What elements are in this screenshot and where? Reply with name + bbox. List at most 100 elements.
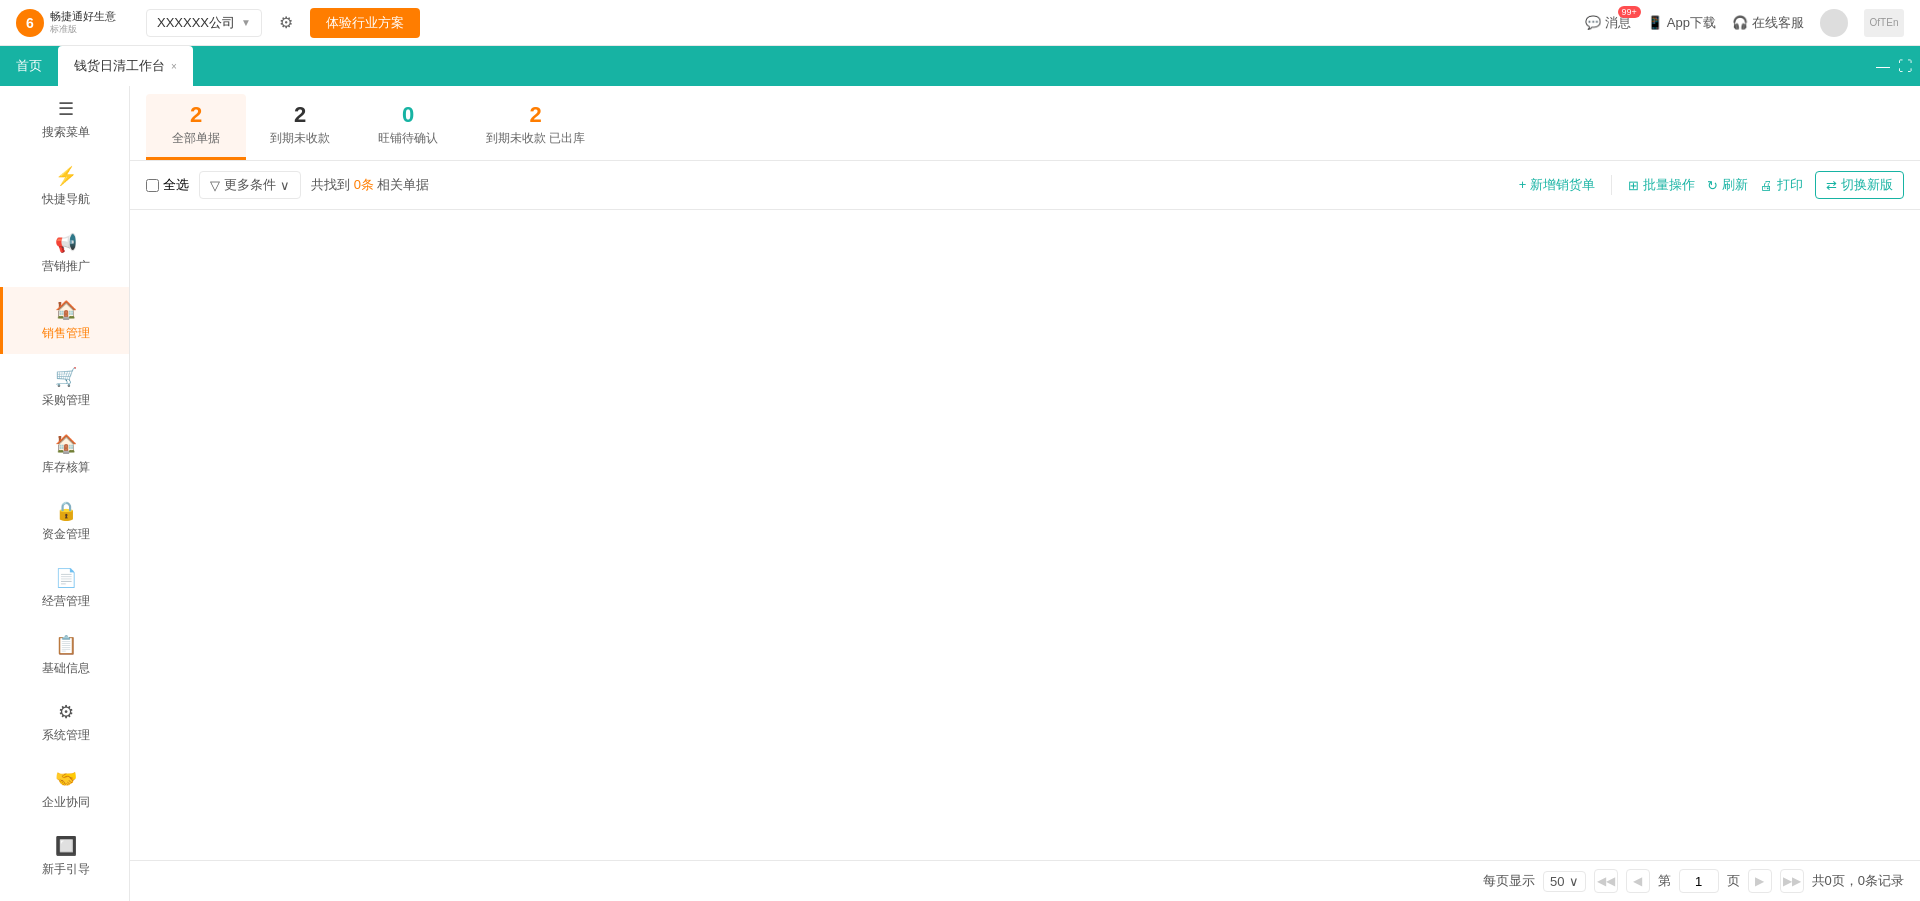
switch-version-button[interactable]: ⇄ 切换新版 <box>1815 171 1904 199</box>
page-label: 第 <box>1658 872 1671 890</box>
sidebar-item-marketing[interactable]: 📢 营销推广 <box>0 220 129 287</box>
found-count: 0条 <box>354 177 374 192</box>
tab-home[interactable]: 首页 <box>0 46 58 86</box>
print-icon: 🖨 <box>1760 178 1773 193</box>
company-selector[interactable]: XXXXXX公司 ▼ <box>146 9 262 37</box>
print-button[interactable]: 🖨 打印 <box>1760 176 1803 194</box>
refresh-button[interactable]: ↻ 刷新 <box>1707 176 1748 194</box>
chevron-down-icon: ∨ <box>280 178 290 193</box>
add-sale-order-button[interactable]: + 新增销货单 <box>1519 176 1595 194</box>
sidebar: ☰ 搜索菜单 ⚡ 快捷导航 📢 营销推广 🏠 销售管理 🛒 采购管理 🏠 库存核… <box>0 86 130 901</box>
settings-icon[interactable]: ⚙ <box>270 7 302 39</box>
basic-info-icon: 📋 <box>55 634 77 656</box>
table-area <box>130 210 1920 860</box>
checkbox-input[interactable] <box>146 179 159 192</box>
toolbar: 全选 ▽ 更多条件 ∨ 共找到 0条 相关单据 + 新增销货单 ⊞ 批 <box>130 161 1920 210</box>
stat-tab-wangpu[interactable]: 0 旺铺待确认 <box>354 94 462 160</box>
sidebar-label: 系统管理 <box>42 727 90 744</box>
next-page-button[interactable]: ▶ <box>1748 869 1772 893</box>
messages-button[interactable]: 💬 消息 99+ <box>1585 14 1631 32</box>
nav-right-actions: — ⛶ <box>1876 58 1920 74</box>
download-icon: 📱 <box>1647 15 1663 30</box>
select-chevron-icon: ∨ <box>1569 874 1579 889</box>
select-all-checkbox[interactable]: 全选 <box>146 176 189 194</box>
header-right: 💬 消息 99+ 📱 App下载 🎧 在线客服 OfTEn <box>1585 9 1904 37</box>
logo-sub: 标准版 <box>50 23 116 36</box>
sidebar-item-app-center[interactable]: 🛍 应用中心 <box>0 890 129 901</box>
sidebar-item-search-menu[interactable]: ☰ 搜索菜单 <box>0 86 129 153</box>
sidebar-label: 营销推广 <box>42 258 90 275</box>
overdue-count: 2 <box>294 102 306 128</box>
sidebar-label: 快捷导航 <box>42 191 90 208</box>
sidebar-label: 搜索菜单 <box>42 124 90 141</box>
last-page-button[interactable]: ▶▶ <box>1780 869 1804 893</box>
messages-badge: 99+ <box>1618 6 1641 18</box>
tab-close-icon[interactable]: × <box>171 61 177 72</box>
sidebar-item-inventory[interactable]: 🏠 库存核算 <box>0 421 129 488</box>
page-size-select[interactable]: 50 ∨ <box>1543 871 1585 892</box>
message-icon: 💬 <box>1585 15 1601 30</box>
top-header: 6 畅捷通好生意 标准版 XXXXXX公司 ▼ ⚙ 体验行业方案 💬 消息 99… <box>0 0 1920 46</box>
company-name: XXXXXX公司 <box>157 14 235 32</box>
app-download-button[interactable]: 📱 App下载 <box>1647 14 1716 32</box>
sidebar-label: 企业协同 <box>42 794 90 811</box>
toolbar-right: + 新增销货单 ⊞ 批量操作 ↻ 刷新 🖨 打印 ⇄ 切换新版 <box>1519 171 1904 199</box>
content-area: 2 全部单据 2 到期未收款 0 旺铺待确认 2 到期未收款 已出库 全选 <box>130 86 1920 901</box>
filter-label: 更多条件 <box>224 176 276 194</box>
sidebar-label: 销售管理 <box>42 325 90 342</box>
sidebar-item-quick-nav[interactable]: ⚡ 快捷导航 <box>0 153 129 220</box>
sidebar-item-system[interactable]: ⚙ 系统管理 <box>0 689 129 756</box>
refresh-icon: ↻ <box>1707 178 1718 193</box>
logo-area: 6 畅捷通好生意 标准版 <box>16 9 146 37</box>
avatar[interactable] <box>1820 9 1848 37</box>
divider <box>1611 175 1612 195</box>
main-layout: ☰ 搜索菜单 ⚡ 快捷导航 📢 营销推广 🏠 销售管理 🛒 采购管理 🏠 库存核… <box>0 86 1920 901</box>
online-service-button[interactable]: 🎧 在线客服 <box>1732 14 1804 32</box>
logo-icon: 6 <box>16 9 44 37</box>
sidebar-label: 库存核算 <box>42 459 90 476</box>
stat-tab-overdue-out[interactable]: 2 到期未收款 已出库 <box>462 94 609 160</box>
capital-icon: 🔒 <box>55 500 77 522</box>
overdue-out-label: 到期未收款 已出库 <box>486 130 585 147</box>
marketing-icon: 📢 <box>55 232 77 254</box>
quick-nav-icon: ⚡ <box>55 165 77 187</box>
sidebar-label: 新手引导 <box>42 861 90 878</box>
nav-minimize-icon[interactable]: — <box>1876 58 1890 74</box>
sidebar-item-beginner[interactable]: 🔲 新手引导 <box>0 823 129 890</box>
sidebar-item-purchase[interactable]: 🛒 采购管理 <box>0 354 129 421</box>
batch-operation-button[interactable]: ⊞ 批量操作 <box>1628 176 1695 194</box>
operations-icon: 📄 <box>55 567 77 589</box>
page-number-input[interactable] <box>1679 869 1719 893</box>
stat-tab-all[interactable]: 2 全部单据 <box>146 94 246 160</box>
select-all-label: 全选 <box>163 176 189 194</box>
filter-icon: ▽ <box>210 178 220 193</box>
experience-button[interactable]: 体验行业方案 <box>310 8 420 38</box>
overdue-out-count: 2 <box>530 102 542 128</box>
search-menu-icon: ☰ <box>58 98 74 120</box>
first-page-button[interactable]: ◀◀ <box>1594 869 1618 893</box>
prev-page-button[interactable]: ◀ <box>1626 869 1650 893</box>
all-count: 2 <box>190 102 202 128</box>
service-icon: 🎧 <box>1732 15 1748 30</box>
nav-tabs: 首页 钱货日清工作台 × — ⛶ <box>0 46 1920 86</box>
stat-tab-overdue[interactable]: 2 到期未收款 <box>246 94 354 160</box>
sidebar-label: 经营管理 <box>42 593 90 610</box>
batch-icon: ⊞ <box>1628 178 1639 193</box>
sidebar-item-operations[interactable]: 📄 经营管理 <box>0 555 129 622</box>
nav-maximize-icon[interactable]: ⛶ <box>1898 58 1912 74</box>
system-icon: ⚙ <box>58 701 74 723</box>
sidebar-label: 资金管理 <box>42 526 90 543</box>
sidebar-label: 采购管理 <box>42 392 90 409</box>
switch-icon: ⇄ <box>1826 178 1837 193</box>
tab-daily-work[interactable]: 钱货日清工作台 × <box>58 46 193 86</box>
sidebar-item-basic-info[interactable]: 📋 基础信息 <box>0 622 129 689</box>
sidebar-item-capital[interactable]: 🔒 资金管理 <box>0 488 129 555</box>
filter-button[interactable]: ▽ 更多条件 ∨ <box>199 171 301 199</box>
purchase-icon: 🛒 <box>55 366 77 388</box>
toolbar-left: 全选 ▽ 更多条件 ∨ 共找到 0条 相关单据 <box>146 171 1507 199</box>
sidebar-item-cooperation[interactable]: 🤝 企业协同 <box>0 756 129 823</box>
sidebar-item-sales[interactable]: 🏠 销售管理 <box>0 287 129 354</box>
sidebar-label: 基础信息 <box>42 660 90 677</box>
inventory-icon: 🏠 <box>55 433 77 455</box>
cooperation-icon: 🤝 <box>55 768 77 790</box>
